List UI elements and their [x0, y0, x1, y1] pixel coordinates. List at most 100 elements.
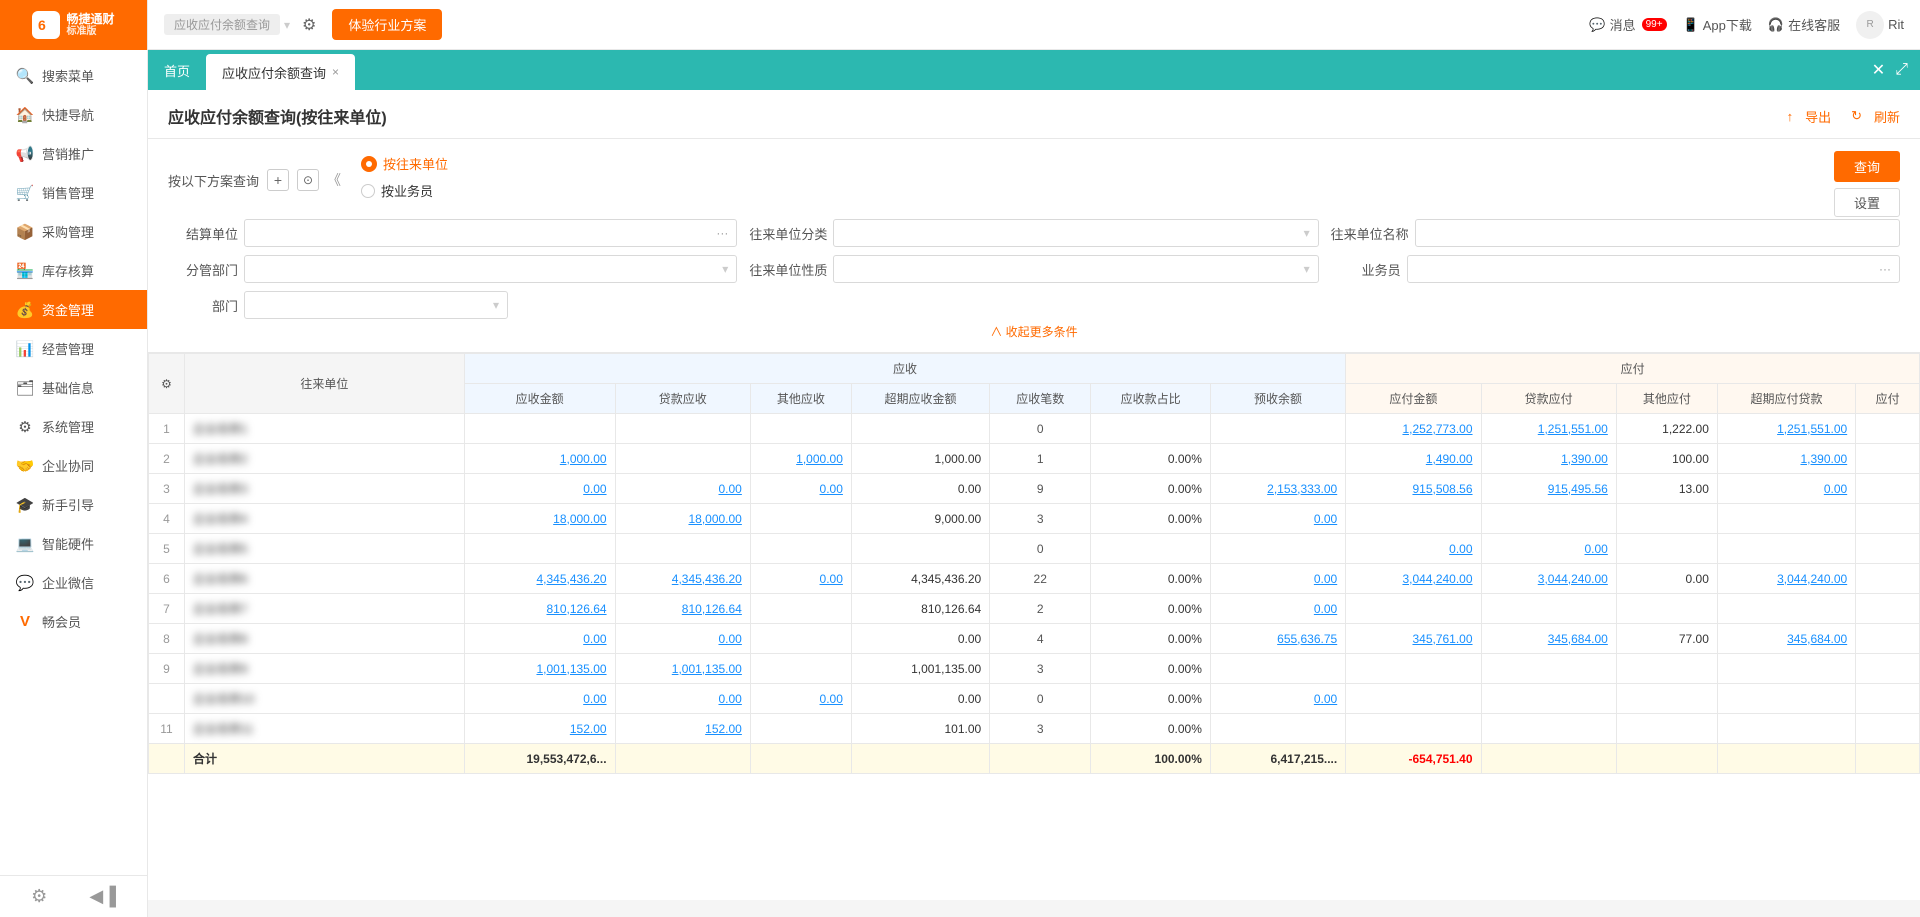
tab-close-all-icon[interactable]: ✕	[1872, 60, 1885, 80]
tab-ar-query[interactable]: 应收应付余额查询 ×	[206, 54, 355, 90]
cell-ap-amount[interactable]: 0.00	[1346, 534, 1481, 564]
total-ar-prepay[interactable]: 6,417,215....	[1210, 744, 1345, 774]
cell-ap-overdue[interactable]: 1,251,551.00	[1717, 414, 1855, 444]
settings-footer-icon[interactable]: ⚙	[31, 886, 47, 907]
user-action[interactable]: R Rit	[1856, 11, 1904, 39]
cell-ap-loan[interactable]: 915,495.56	[1481, 474, 1616, 504]
cell-ar-loan[interactable]: 4,345,436.20	[615, 564, 750, 594]
row-index: 4	[149, 504, 185, 534]
cell-ar-amount[interactable]: 0.00	[464, 684, 615, 714]
cell-ar-other[interactable]: 1,000.00	[750, 444, 851, 474]
cell-ar-other	[750, 504, 851, 534]
sidebar-item-search[interactable]: 🔍 搜索菜单	[0, 56, 147, 95]
scheme-by-sales[interactable]: 按业务员	[353, 178, 456, 203]
th-settings[interactable]: ⚙	[149, 354, 185, 414]
message-action[interactable]: 💬 消息 99+	[1589, 15, 1666, 34]
sidebar-item-quick[interactable]: 🏠 快捷导航	[0, 95, 147, 134]
cell-ap-amount[interactable]: 1,490.00	[1346, 444, 1481, 474]
cell-ap-loan[interactable]: 345,684.00	[1481, 624, 1616, 654]
cell-ap-overdue[interactable]: 345,684.00	[1717, 624, 1855, 654]
topbar-gear-icon[interactable]: ⚙	[302, 15, 316, 35]
partner-nature-select[interactable]: ▾	[833, 255, 1318, 283]
cell-ar-amount[interactable]: 810,126.64	[464, 594, 615, 624]
message-label: 消息	[1610, 15, 1636, 34]
salesperson-input[interactable]: ···	[1407, 255, 1900, 283]
cell-ap-loan[interactable]: 3,044,240.00	[1481, 564, 1616, 594]
filter-collapse-toggle[interactable]: 《	[327, 170, 341, 190]
cell-ar-prepay[interactable]: 2,153,333.00	[1210, 474, 1345, 504]
table-scroll[interactable]: ⚙ 往来单位 应收 应付 应收金额 贷款应收 其他应收 超期应收金额 应收笔数	[148, 353, 1920, 900]
cell-ar-prepay[interactable]: 0.00	[1210, 504, 1345, 534]
app-download-action[interactable]: 📱 App下载	[1683, 15, 1752, 34]
export-btn[interactable]: 导出	[1805, 107, 1831, 126]
cell-ar-loan[interactable]: 1,001,135.00	[615, 654, 750, 684]
cell-ar-amount[interactable]: 18,000.00	[464, 504, 615, 534]
dept-select[interactable]: ▾	[244, 255, 737, 283]
cell-ar-amount[interactable]: 0.00	[464, 474, 615, 504]
service-action[interactable]: 🎧 在线客服	[1768, 15, 1840, 34]
sidebar-item-hardware[interactable]: 💻 智能硬件	[0, 524, 147, 563]
cell-ap-loan[interactable]: 0.00	[1481, 534, 1616, 564]
cell-ar-loan[interactable]: 18,000.00	[615, 504, 750, 534]
sidebar-item-marketing[interactable]: 📢 营销推广	[0, 134, 147, 173]
cell-ar-prepay[interactable]: 0.00	[1210, 564, 1345, 594]
trial-btn[interactable]: 体验行业方案	[332, 9, 442, 40]
sidebar-item-basic[interactable]: 🗂 基础信息	[0, 368, 147, 407]
setting-btn[interactable]: 设置	[1834, 188, 1900, 217]
sidebar-item-finance[interactable]: 💰 资金管理	[0, 290, 147, 329]
partner-name-input[interactable]	[1415, 219, 1900, 247]
collapse-sidebar-icon[interactable]: ◀▐	[89, 886, 116, 907]
cell-ar-prepay[interactable]: 0.00	[1210, 684, 1345, 714]
cell-ar-amount[interactable]: 1,001,135.00	[464, 654, 615, 684]
sidebar-item-sales[interactable]: 🛒 销售管理	[0, 173, 147, 212]
cell-ar-amount[interactable]: 152.00	[464, 714, 615, 744]
query-btn[interactable]: 查询	[1834, 151, 1900, 182]
table-row: 1 企业名称1 0 1,252,773.00 1,251,551.00 1,22…	[149, 414, 1920, 444]
cell-ap-overdue[interactable]: 3,044,240.00	[1717, 564, 1855, 594]
cell-ar-loan[interactable]: 0.00	[615, 684, 750, 714]
cell-ap-overdue[interactable]: 1,390.00	[1717, 444, 1855, 474]
cell-ar-prepay[interactable]: 655,636.75	[1210, 624, 1345, 654]
tab-expand-icon[interactable]: ⤢	[1895, 61, 1908, 79]
cell-ar-amount[interactable]: 4,345,436.20	[464, 564, 615, 594]
sidebar-item-wechat[interactable]: 💬 企业微信	[0, 563, 147, 602]
refresh-btn[interactable]: 刷新	[1874, 107, 1900, 126]
cell-ar-loan[interactable]: 152.00	[615, 714, 750, 744]
sidebar-item-operation[interactable]: 📊 经营管理	[0, 329, 147, 368]
sidebar-item-system[interactable]: ⚙ 系统管理	[0, 407, 147, 446]
cell-ar-loan[interactable]: 0.00	[615, 624, 750, 654]
total-ar-amount[interactable]: 19,553,472,6...	[464, 744, 615, 774]
cell-ar-other[interactable]: 0.00	[750, 564, 851, 594]
page-header-actions: ↑ 导出 ↻ 刷新	[1787, 107, 1900, 126]
cell-ar-prepay[interactable]: 0.00	[1210, 594, 1345, 624]
cell-ap-amount[interactable]: 915,508.56	[1346, 474, 1481, 504]
cell-ar-other[interactable]: 0.00	[750, 684, 851, 714]
partner-category-select[interactable]: ▾	[833, 219, 1318, 247]
sidebar-item-corp[interactable]: 🤝 企业协同	[0, 446, 147, 485]
cell-ap-amount	[1346, 504, 1481, 534]
settlement-input[interactable]: ···	[244, 219, 737, 247]
sidebar-item-guide[interactable]: 🎓 新手引导	[0, 485, 147, 524]
tab-home[interactable]: 首页	[148, 50, 206, 90]
cell-ar-loan[interactable]: 810,126.64	[615, 594, 750, 624]
cell-ar-amount[interactable]: 0.00	[464, 624, 615, 654]
sidebar-label-search: 搜索菜单	[42, 66, 94, 85]
cell-ap-amount[interactable]: 3,044,240.00	[1346, 564, 1481, 594]
cell-ap-amount[interactable]: 1,252,773.00	[1346, 414, 1481, 444]
cell-ar-other[interactable]: 0.00	[750, 474, 851, 504]
cell-ar-loan[interactable]: 0.00	[615, 474, 750, 504]
filter-add-btn[interactable]: +	[267, 169, 289, 191]
sidebar-item-purchase[interactable]: 📦 采购管理	[0, 212, 147, 251]
section-select[interactable]: ▾	[244, 291, 508, 319]
collapse-more-btn[interactable]: ∧ 收起更多条件	[168, 323, 1900, 340]
cell-ar-amount[interactable]: 1,000.00	[464, 444, 615, 474]
tab-close-icon[interactable]: ×	[332, 65, 339, 79]
sidebar-item-vip[interactable]: V 畅会员	[0, 602, 147, 641]
cell-ap-overdue[interactable]: 0.00	[1717, 474, 1855, 504]
scheme-by-partner[interactable]: 按往来单位	[353, 151, 456, 176]
cell-ap-loan[interactable]: 1,251,551.00	[1481, 414, 1616, 444]
cell-ap-loan[interactable]: 1,390.00	[1481, 444, 1616, 474]
sidebar-item-inventory[interactable]: 🏪 库存核算	[0, 251, 147, 290]
cell-ap-amount[interactable]: 345,761.00	[1346, 624, 1481, 654]
filter-scheme-btn[interactable]: ⊙	[297, 169, 319, 191]
